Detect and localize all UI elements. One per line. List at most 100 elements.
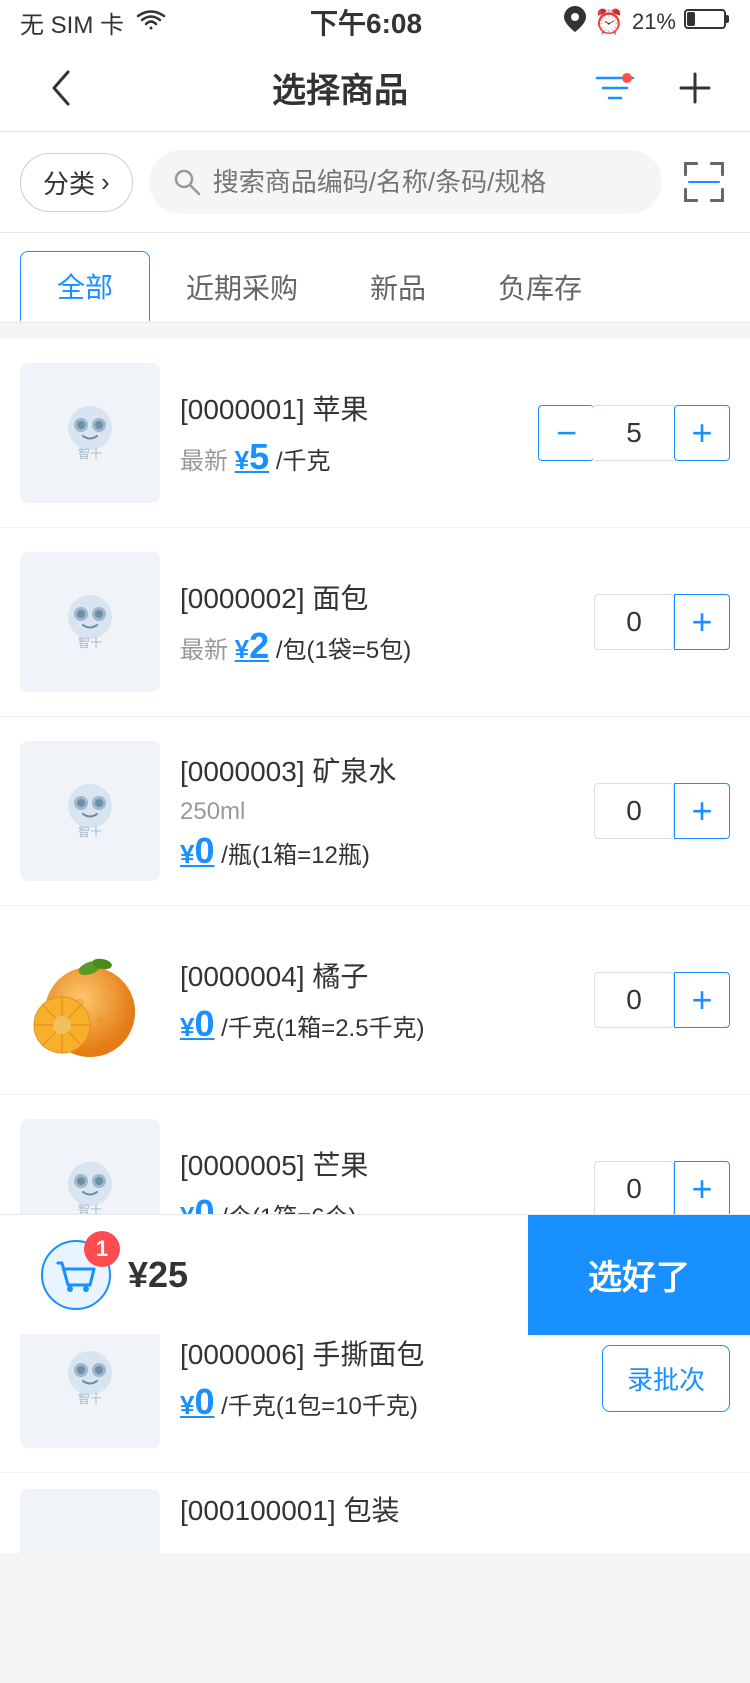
tab-recent-purchase[interactable]: 近期采购 — [150, 251, 334, 322]
price-unit-0000006: /千克(1包=10千克) — [221, 1393, 418, 1420]
qty-plus-0000004[interactable]: + — [674, 972, 730, 1028]
qty-plus-0000003[interactable]: + — [674, 783, 730, 839]
product-price-0000001: 最新 ¥5 /千克 — [180, 436, 518, 478]
battery-icon — [684, 7, 730, 38]
product-image-000100001 — [20, 1489, 160, 1553]
category-label: 分类 — [43, 164, 95, 201]
add-button[interactable] — [670, 63, 720, 113]
product-info-0000006: [0000006] 手撕面包 ¥0 /千克(1包=10千克) — [180, 1333, 582, 1423]
qty-control-0000002: + — [594, 594, 730, 650]
tab-negative-stock[interactable]: 负库存 — [462, 251, 618, 322]
status-left: 无 SIM 卡 — [20, 5, 168, 40]
confirm-button[interactable]: 选好了 — [528, 1215, 750, 1335]
nav-right-buttons — [590, 63, 720, 113]
svg-text:智十: 智十 — [78, 635, 102, 650]
product-item-000100001: [000100001] 包装 — [0, 1473, 750, 1553]
filter-tabs: 全部 近期采购 新品 负库存 — [0, 233, 750, 323]
price-unit-0000003: /瓶(1箱=12瓶) — [221, 842, 370, 869]
price-value-0000003: ¥0 — [180, 839, 215, 869]
price-unit-0000002: /包(1袋=5包) — [276, 637, 411, 664]
product-item-0000002: 智十 [0000002] 面包 最新 ¥2 /包(1袋=5包) + — [0, 528, 750, 717]
status-time: 下午6:08 — [310, 2, 422, 42]
battery-text: 21% — [632, 9, 676, 35]
price-value-0000002: ¥2 — [235, 634, 270, 664]
qty-plus-0000005[interactable]: + — [674, 1161, 730, 1217]
filter-button[interactable] — [590, 63, 640, 113]
cart-section: 1 ¥25 — [0, 1239, 528, 1311]
product-price-0000004: ¥0 /千克(1箱=2.5千克) — [180, 1003, 574, 1045]
bottom-padding — [0, 1553, 750, 1683]
category-arrow: › — [101, 167, 110, 198]
section-divider — [0, 323, 750, 339]
record-batch-button[interactable]: 录批次 — [602, 1345, 730, 1412]
qty-plus-0000002[interactable]: + — [674, 594, 730, 650]
owl-placeholder: 智十 — [55, 781, 125, 841]
product-price-0000003: ¥0 /瓶(1箱=12瓶) — [180, 830, 574, 872]
price-value-0000004: ¥0 — [180, 1012, 215, 1042]
owl-placeholder: 智十 — [55, 1159, 125, 1219]
qty-input-0000002[interactable] — [594, 594, 674, 650]
owl-placeholder: 智十 — [55, 1348, 125, 1408]
cart-icon-wrap[interactable]: 1 — [40, 1239, 112, 1311]
product-image-0000003: 智十 — [20, 741, 160, 881]
owl-placeholder: 智十 — [55, 592, 125, 652]
qty-plus-0000001[interactable]: + — [674, 405, 730, 461]
search-input[interactable] — [213, 167, 638, 198]
product-info-0000004: [0000004] 橘子 ¥0 /千克(1箱=2.5千克) — [180, 955, 574, 1045]
svg-text:智十: 智十 — [78, 824, 102, 839]
cart-badge: 1 — [84, 1231, 120, 1267]
price-value-0000001: ¥5 — [235, 445, 270, 475]
page-title: 选择商品 — [272, 63, 408, 112]
tab-all[interactable]: 全部 — [20, 251, 150, 322]
qty-input-0000004[interactable] — [594, 972, 674, 1028]
product-name-0000004: [0000004] 橘子 — [180, 955, 574, 995]
cart-total: ¥25 — [128, 1254, 188, 1296]
product-info-000100001: [000100001] 包装 — [180, 1489, 730, 1537]
price-value-0000006: ¥0 — [180, 1390, 215, 1420]
qty-input-0000005[interactable] — [594, 1161, 674, 1217]
svg-text:智十: 智十 — [78, 1391, 102, 1406]
bottom-bar: 1 ¥25 选好了 — [0, 1214, 750, 1334]
price-label: 最新 — [180, 637, 235, 664]
category-button[interactable]: 分类 › — [20, 153, 133, 212]
product-name-0000003: [0000003] 矿泉水 — [180, 750, 574, 790]
qty-control-0000005: + — [594, 1161, 730, 1217]
location-icon — [564, 6, 586, 39]
product-image-0000001: 智十 — [20, 363, 160, 503]
search-icon — [173, 168, 201, 196]
product-name-000100001: [000100001] 包装 — [180, 1489, 730, 1529]
price-unit-0000001: /千克 — [276, 448, 331, 475]
product-item-0000001: 智十 [0000001] 苹果 最新 ¥5 /千克 − + — [0, 339, 750, 528]
search-input-wrap — [149, 150, 662, 214]
qty-control-0000003: + — [594, 783, 730, 839]
carrier-text: 无 SIM 卡 — [20, 5, 124, 40]
product-name-0000002: [0000002] 面包 — [180, 577, 574, 617]
product-item-0000003: 智十 [0000003] 矿泉水 250ml ¥0 /瓶(1箱=12瓶) + — [0, 717, 750, 906]
scan-icon — [680, 158, 728, 206]
product-item-0000004: [0000004] 橘子 ¥0 /千克(1箱=2.5千克) + — [0, 906, 750, 1095]
product-list: 智十 [0000001] 苹果 最新 ¥5 /千克 − + — [0, 339, 750, 1553]
qty-input-0000001[interactable] — [594, 405, 674, 461]
product-spec-0000003: 250ml — [180, 798, 574, 826]
product-name-0000006: [0000006] 手撕面包 — [180, 1333, 582, 1373]
product-price-0000006: ¥0 /千克(1包=10千克) — [180, 1381, 582, 1423]
svg-text:智十: 智十 — [78, 446, 102, 461]
product-image-0000004 — [20, 930, 160, 1070]
tab-new[interactable]: 新品 — [334, 251, 462, 322]
nav-bar: 选择商品 — [0, 44, 750, 132]
status-bar: 无 SIM 卡 下午6:08 ⏰ 21% — [0, 0, 750, 44]
orange-fruit-image — [20, 930, 160, 1070]
qty-minus-0000001[interactable]: − — [538, 405, 594, 461]
product-info-0000002: [0000002] 面包 最新 ¥2 /包(1袋=5包) — [180, 577, 574, 667]
product-info-0000003: [0000003] 矿泉水 250ml ¥0 /瓶(1箱=12瓶) — [180, 750, 574, 872]
wifi-icon — [134, 6, 168, 39]
qty-input-0000003[interactable] — [594, 783, 674, 839]
qty-control-0000001: − + — [538, 405, 730, 461]
owl-placeholder: 智十 — [55, 403, 125, 463]
back-button[interactable] — [30, 58, 90, 118]
qty-control-0000004: + — [594, 972, 730, 1028]
scan-button[interactable] — [678, 156, 730, 208]
product-price-0000002: 最新 ¥2 /包(1袋=5包) — [180, 625, 574, 667]
product-image-0000002: 智十 — [20, 552, 160, 692]
price-unit-0000004: /千克(1箱=2.5千克) — [221, 1015, 424, 1042]
